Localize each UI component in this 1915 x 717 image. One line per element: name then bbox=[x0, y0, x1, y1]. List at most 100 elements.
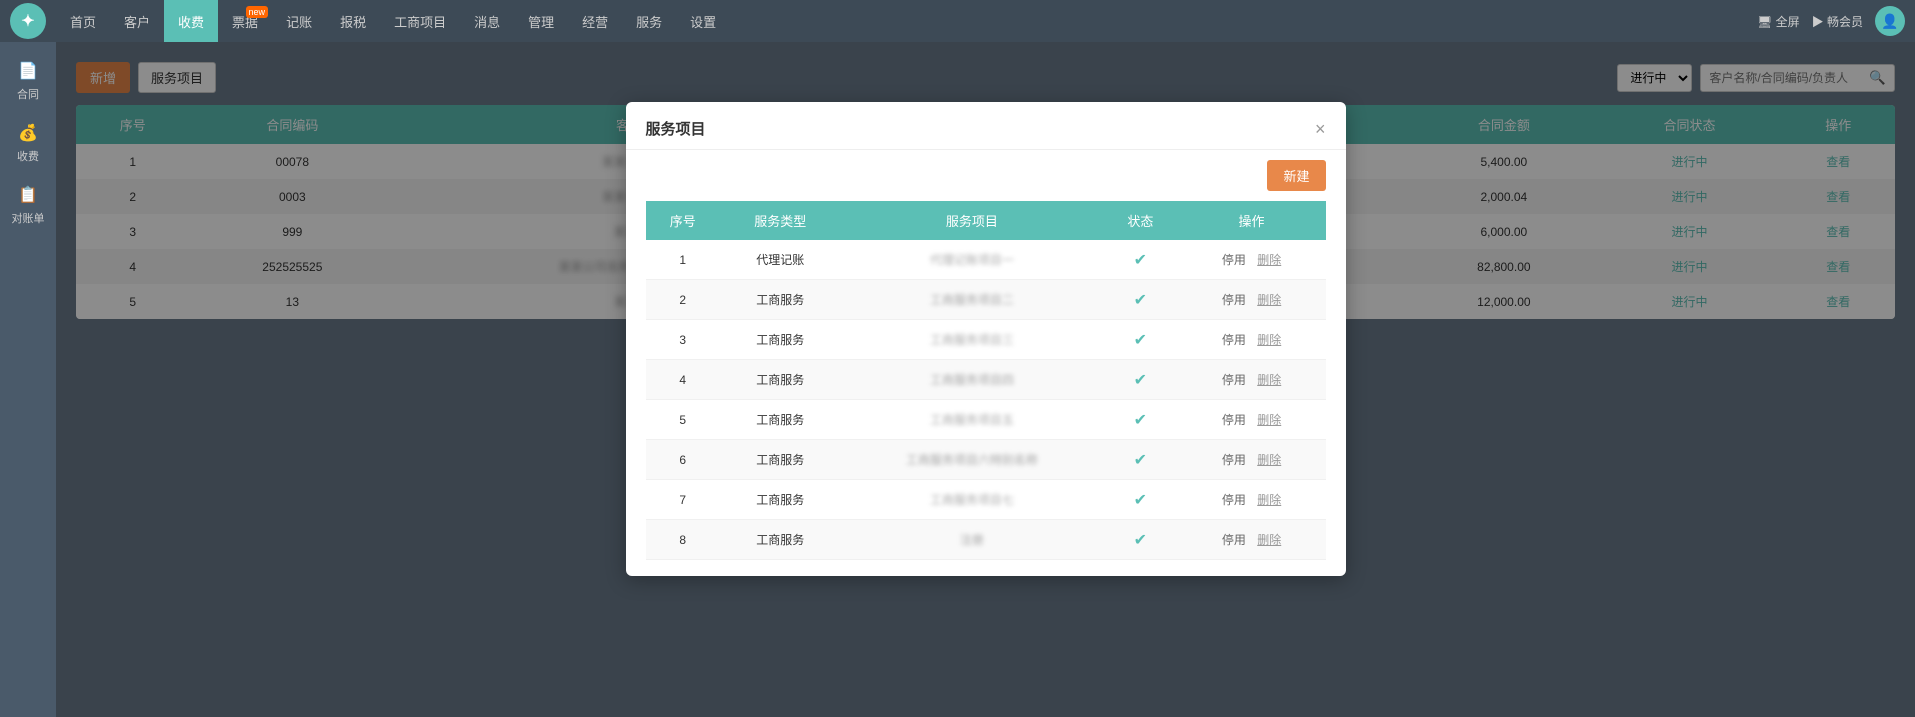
modal-row-status: ✔ bbox=[1103, 320, 1178, 360]
nav-piaoju[interactable]: 票据 new bbox=[218, 0, 272, 42]
modal-row-no: 7 bbox=[646, 480, 721, 520]
modal-row-action: 停用 删除 bbox=[1178, 280, 1326, 320]
modal-row-status: ✔ bbox=[1103, 440, 1178, 480]
fullscreen-btn[interactable]: 🖥 全屏 bbox=[1757, 13, 1800, 30]
list-item: 5 工商服务 工商服务项目五 ✔ 停用 删除 bbox=[646, 400, 1326, 440]
list-item: 8 工商服务 注册 ✔ 停用 删除 bbox=[646, 520, 1326, 560]
nav-fuwu[interactable]: 服务 bbox=[622, 0, 676, 42]
modal-row-action: 停用 删除 bbox=[1178, 400, 1326, 440]
list-item: 6 工商服务 工商服务项目六特别名称 ✔ 停用 删除 bbox=[646, 440, 1326, 480]
delete-button[interactable]: 删除 bbox=[1253, 529, 1285, 550]
modal-row-no: 5 bbox=[646, 400, 721, 440]
modal-body: 序号 服务类型 服务项目 状态 操作 1 代理记账 代理记账项目 bbox=[626, 201, 1346, 576]
service-items-modal: 服务项目 × 新建 序号 服务类型 服务项目 状态 bbox=[626, 102, 1346, 576]
service-items-table: 序号 服务类型 服务项目 状态 操作 1 代理记账 代理记账项目 bbox=[646, 201, 1326, 560]
modal-title: 服务项目 bbox=[646, 118, 706, 139]
modal-row-status: ✔ bbox=[1103, 520, 1178, 560]
modal-row-item: 工商服务项目二 bbox=[841, 280, 1103, 320]
modal-row-type: 工商服务 bbox=[720, 440, 841, 480]
nav-gongshang[interactable]: 工商项目 bbox=[380, 0, 460, 42]
modal-row-no: 1 bbox=[646, 240, 721, 280]
modal-row-type: 工商服务 bbox=[720, 400, 841, 440]
modal-row-no: 6 bbox=[646, 440, 721, 480]
modal-row-item: 工商服务项目五 bbox=[841, 400, 1103, 440]
content-area: 新增 服务项目 进行中 已结束 全部 🔍 序号 合同编码 客 bbox=[56, 42, 1915, 717]
stop-button[interactable]: 停用 bbox=[1218, 369, 1250, 390]
nav-shezhi[interactable]: 设置 bbox=[676, 0, 730, 42]
modal-th-no: 序号 bbox=[646, 201, 721, 240]
avatar[interactable]: 👤 bbox=[1875, 6, 1905, 36]
sidebar: 📄 合同 💰 收费 📋 对账单 bbox=[0, 42, 56, 717]
nav-home[interactable]: 首页 bbox=[56, 0, 110, 42]
modal-th-action: 操作 bbox=[1178, 201, 1326, 240]
new-badge: new bbox=[246, 6, 269, 18]
stop-button[interactable]: 停用 bbox=[1218, 249, 1250, 270]
modal-row-type: 工商服务 bbox=[720, 280, 841, 320]
modal-row-no: 8 bbox=[646, 520, 721, 560]
list-item: 1 代理记账 代理记账项目一 ✔ 停用 删除 bbox=[646, 240, 1326, 280]
delete-button[interactable]: 删除 bbox=[1253, 249, 1285, 270]
modal-row-type: 工商服务 bbox=[720, 360, 841, 400]
member-btn[interactable]: ▶ 畅会员 bbox=[1812, 13, 1863, 30]
modal-row-type: 代理记账 bbox=[720, 240, 841, 280]
modal-close-button[interactable]: × bbox=[1315, 120, 1326, 138]
app-logo: ✦ bbox=[10, 3, 46, 39]
sidebar-item-duizhang[interactable]: 📋 对账单 bbox=[2, 176, 54, 234]
modal-table-header: 序号 服务类型 服务项目 状态 操作 bbox=[646, 201, 1326, 240]
sidebar-item-hetong-label: 合同 bbox=[17, 86, 39, 102]
modal-row-item: 代理记账项目一 bbox=[841, 240, 1103, 280]
modal-row-type: 工商服务 bbox=[720, 520, 841, 560]
main-layout: 📄 合同 💰 收费 📋 对账单 新增 服务项目 进行中 已结束 全部 bbox=[0, 42, 1915, 717]
stop-button[interactable]: 停用 bbox=[1218, 489, 1250, 510]
modal-row-type: 工商服务 bbox=[720, 320, 841, 360]
modal-row-action: 停用 删除 bbox=[1178, 520, 1326, 560]
modal-row-action: 停用 删除 bbox=[1178, 480, 1326, 520]
modal-row-status: ✔ bbox=[1103, 480, 1178, 520]
modal-row-status: ✔ bbox=[1103, 360, 1178, 400]
sidebar-item-hetong[interactable]: 📄 合同 bbox=[2, 52, 54, 110]
modal-header: 服务项目 × bbox=[626, 102, 1346, 150]
list-item: 7 工商服务 工商服务项目七 ✔ 停用 删除 bbox=[646, 480, 1326, 520]
nav-jingying[interactable]: 经营 bbox=[568, 0, 622, 42]
modal-overlay: 服务项目 × 新建 序号 服务类型 服务项目 状态 bbox=[56, 42, 1915, 717]
stop-button[interactable]: 停用 bbox=[1218, 409, 1250, 430]
statement-icon: 📋 bbox=[17, 184, 39, 206]
stop-button[interactable]: 停用 bbox=[1218, 289, 1250, 310]
stop-button[interactable]: 停用 bbox=[1218, 449, 1250, 470]
nav-baoshui[interactable]: 报税 bbox=[326, 0, 380, 42]
sidebar-item-shoufei[interactable]: 💰 收费 bbox=[2, 114, 54, 172]
payment-icon: 💰 bbox=[17, 122, 39, 144]
modal-new-button[interactable]: 新建 bbox=[1267, 160, 1325, 191]
delete-button[interactable]: 删除 bbox=[1253, 329, 1285, 350]
nav-guanli[interactable]: 管理 bbox=[514, 0, 568, 42]
list-item: 2 工商服务 工商服务项目二 ✔ 停用 删除 bbox=[646, 280, 1326, 320]
modal-th-type: 服务类型 bbox=[720, 201, 841, 240]
delete-button[interactable]: 删除 bbox=[1253, 289, 1285, 310]
modal-row-no: 4 bbox=[646, 360, 721, 400]
nav-jizhang[interactable]: 记账 bbox=[272, 0, 326, 42]
modal-row-action: 停用 删除 bbox=[1178, 320, 1326, 360]
delete-button[interactable]: 删除 bbox=[1253, 449, 1285, 470]
modal-row-type: 工商服务 bbox=[720, 480, 841, 520]
sidebar-item-duizhang-label: 对账单 bbox=[12, 210, 45, 226]
contract-icon: 📄 bbox=[17, 60, 39, 82]
modal-row-status: ✔ bbox=[1103, 400, 1178, 440]
modal-th-status: 状态 bbox=[1103, 201, 1178, 240]
nav-customer[interactable]: 客户 bbox=[110, 0, 164, 42]
modal-row-status: ✔ bbox=[1103, 280, 1178, 320]
delete-button[interactable]: 删除 bbox=[1253, 489, 1285, 510]
nav-xiaoxi[interactable]: 消息 bbox=[460, 0, 514, 42]
stop-button[interactable]: 停用 bbox=[1218, 529, 1250, 550]
stop-button[interactable]: 停用 bbox=[1218, 329, 1250, 350]
delete-button[interactable]: 删除 bbox=[1253, 369, 1285, 390]
sidebar-item-shoufei-label: 收费 bbox=[17, 148, 39, 164]
nav-right-area: 🖥 全屏 ▶ 畅会员 👤 bbox=[1757, 6, 1905, 36]
modal-row-item: 工商服务项目六特别名称 bbox=[841, 440, 1103, 480]
modal-row-item: 注册 bbox=[841, 520, 1103, 560]
modal-row-status: ✔ bbox=[1103, 240, 1178, 280]
modal-row-no: 2 bbox=[646, 280, 721, 320]
nav-shoufei[interactable]: 收费 bbox=[164, 0, 218, 42]
delete-button[interactable]: 删除 bbox=[1253, 409, 1285, 430]
top-navigation: ✦ 首页 客户 收费 票据 new 记账 报税 工商项目 消息 管理 经营 服务… bbox=[0, 0, 1915, 42]
modal-row-item: 工商服务项目四 bbox=[841, 360, 1103, 400]
